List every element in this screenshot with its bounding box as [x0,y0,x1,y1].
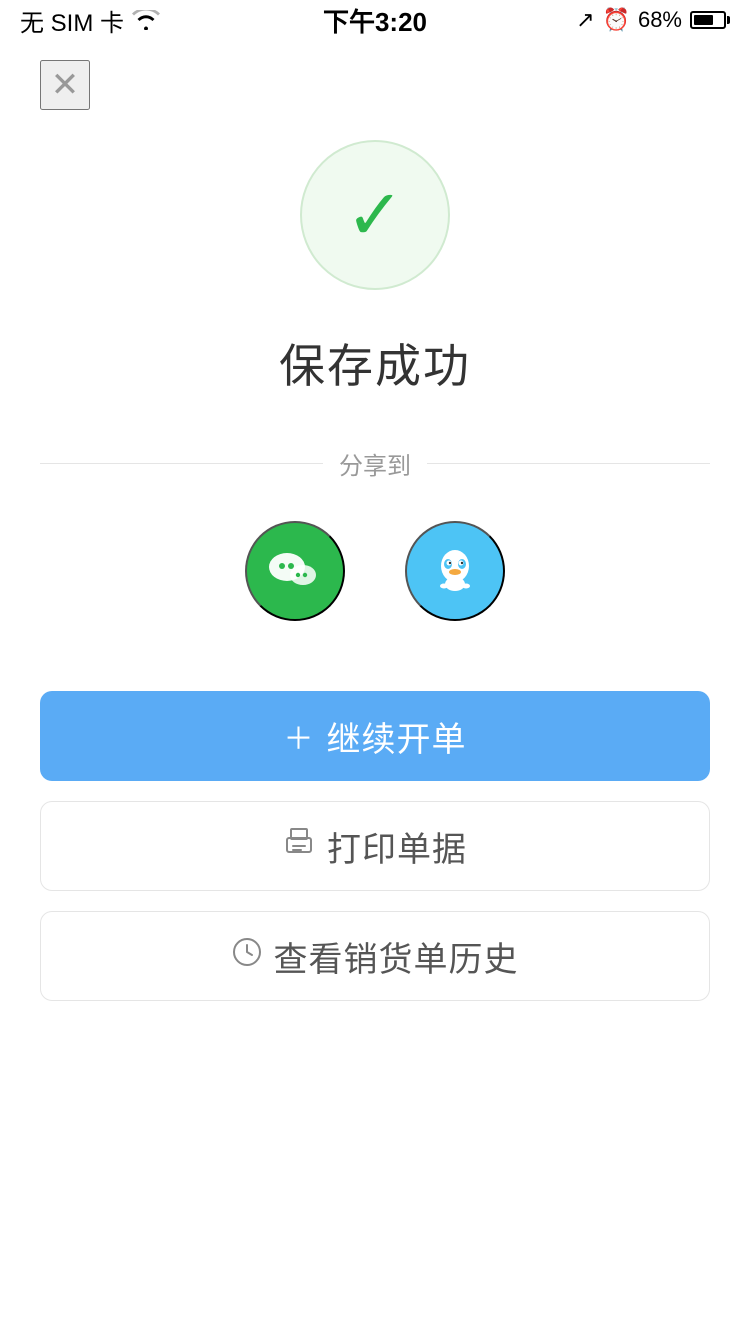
sim-status: 无 SIM 卡 [20,3,124,38]
history-button[interactable]: 查看销货单历史 [40,911,710,1001]
status-time: 下午3:20 [323,2,427,39]
main-content: ✕ ✓ 保存成功 分享到 [0,40,750,1041]
qq-share-button[interactable] [405,521,505,621]
action-buttons: ＋ 继续开单 打印单据 查看销货单历史 [40,691,710,1001]
checkmark-icon: ✓ [346,180,405,250]
plus-icon: ＋ [284,714,315,758]
share-icons [245,521,505,621]
continue-label: 继续开单 [327,712,467,761]
battery-percent: 68% [638,7,682,33]
print-label: 打印单据 [327,822,467,871]
history-label: 查看销货单历史 [274,932,519,981]
close-button[interactable]: ✕ [40,60,90,110]
wechat-icon [265,541,325,601]
clock-icon [232,937,262,975]
continue-button[interactable]: ＋ 继续开单 [40,691,710,781]
divider-line-right [427,463,710,464]
success-circle: ✓ [300,140,450,290]
qq-icon [426,542,484,600]
share-label: 分享到 [339,446,411,481]
status-right: ↗ ⏰ 68% [576,7,730,33]
print-button[interactable]: 打印单据 [40,801,710,891]
close-icon: ✕ [51,65,80,105]
wechat-share-button[interactable] [245,521,345,621]
battery-icon [690,11,730,29]
print-icon [283,828,315,864]
wifi-icon [132,10,160,30]
divider-line-left [40,463,323,464]
status-bar: 无 SIM 卡 下午3:20 ↗ ⏰ 68% [0,0,750,40]
alarm-icon: ⏰ [603,7,630,33]
location-icon: ↗ [576,7,594,33]
success-title: 保存成功 [279,330,471,396]
status-left: 无 SIM 卡 [20,3,160,38]
share-divider: 分享到 [40,446,710,481]
